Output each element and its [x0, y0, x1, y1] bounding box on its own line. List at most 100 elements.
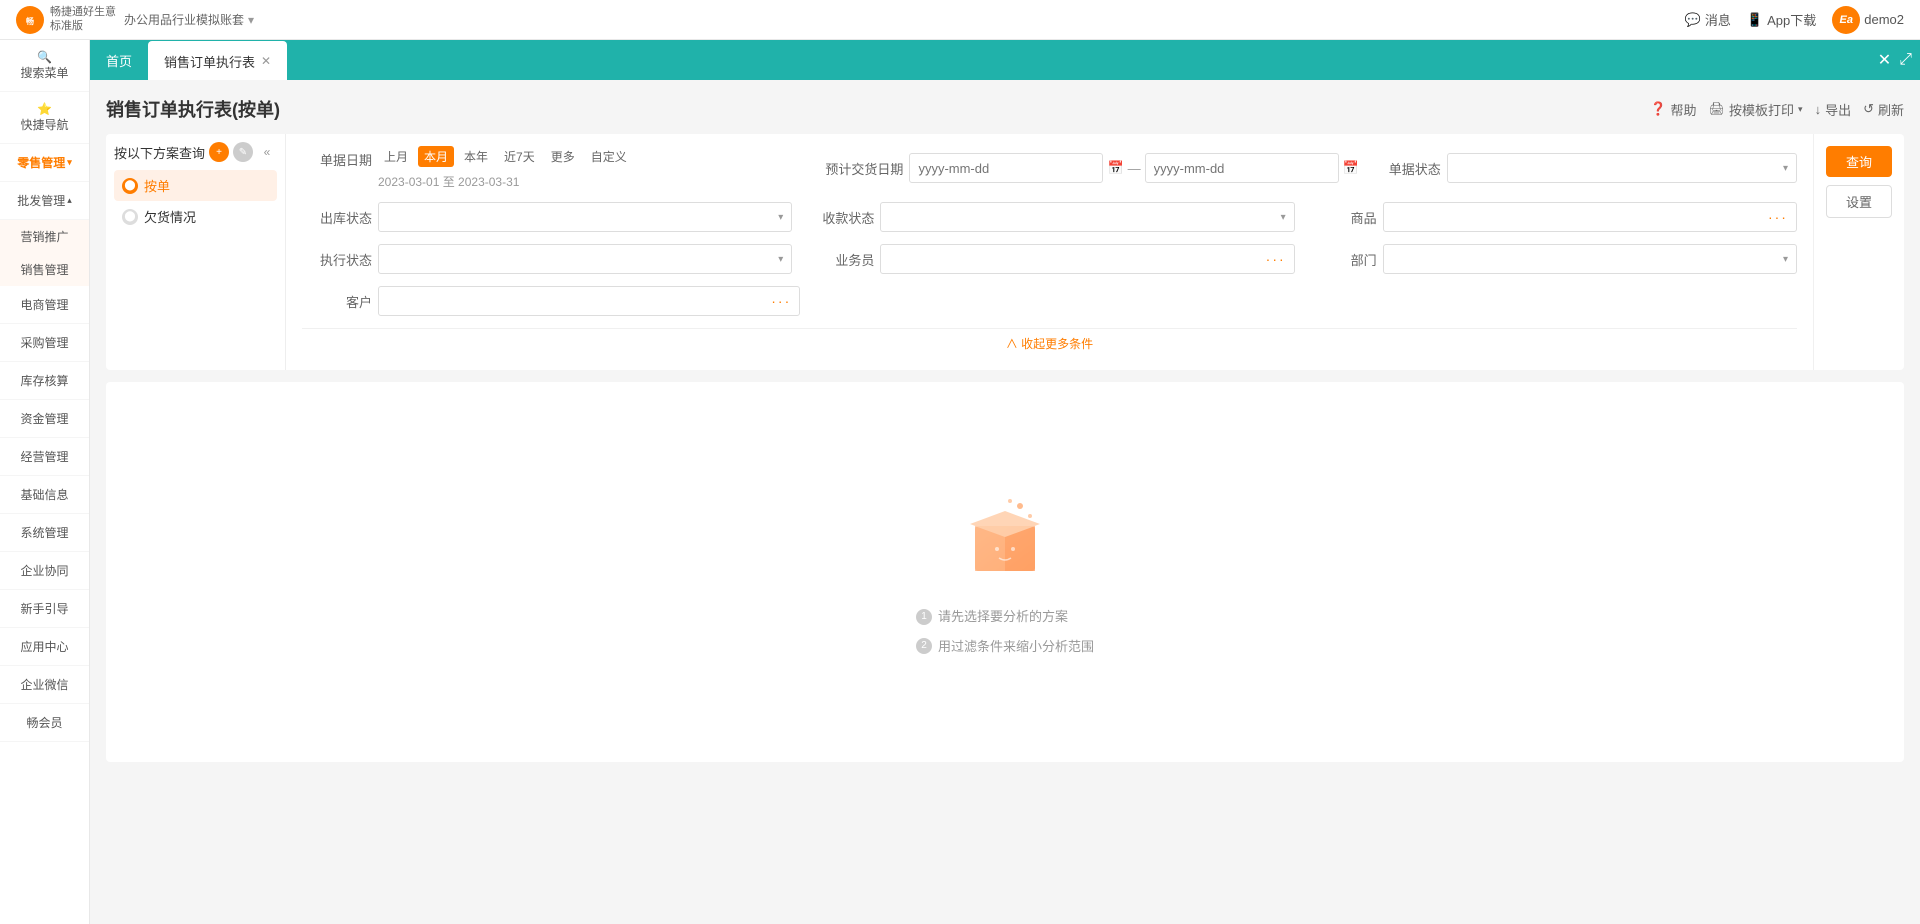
sidebar-item-enterprise-wechat[interactable]: 企业微信: [0, 666, 89, 704]
filter-row-4: 客户 ···: [302, 286, 1797, 316]
customer-input[interactable]: ···: [378, 286, 800, 316]
sidebar-item-search[interactable]: 🔍 搜索菜单: [0, 40, 89, 92]
date-end-input[interactable]: [1145, 153, 1339, 183]
export-icon: ↓: [1815, 102, 1822, 117]
sidebar-item-inventory[interactable]: 库存核算: [0, 362, 89, 400]
delivery-status-select[interactable]: ▾: [378, 202, 792, 232]
chevron-up-icon: ▴: [67, 195, 72, 206]
sidebar-item-sales-mgmt[interactable]: 销售管理: [0, 253, 89, 286]
export-button[interactable]: ↓ 导出: [1815, 100, 1852, 119]
delivery-status-filter: 出库状态 ▾: [302, 202, 792, 232]
sidebar-item-app-center[interactable]: 应用中心: [0, 628, 89, 666]
goods-filter: 商品 ···: [1307, 202, 1797, 232]
scheme-header: 按以下方案查询 + ✎ «: [114, 142, 277, 162]
date-start-input[interactable]: [909, 153, 1103, 183]
chevron-down-icon: ▾: [1783, 254, 1788, 265]
top-bar-right: 💬 消息 📱 App下载 Ea demo2: [1685, 6, 1904, 34]
date-tabs: 上月 本月 本年 近7天 更多 自定义: [378, 146, 813, 167]
date-tab-more[interactable]: 更多: [545, 146, 581, 167]
customer-more-icon[interactable]: ···: [771, 293, 791, 309]
date-tab-this-year[interactable]: 本年: [458, 146, 494, 167]
scheme-edit-button[interactable]: ✎: [233, 142, 253, 162]
date-tab-custom[interactable]: 自定义: [585, 146, 633, 167]
message-icon: 💬: [1685, 12, 1701, 28]
exec-status-filter: 执行状态 ▾: [302, 244, 792, 274]
collection-status-select[interactable]: ▾: [880, 202, 1294, 232]
tab-close-all-icon[interactable]: ✕: [1878, 50, 1891, 70]
scheme-collapse-button[interactable]: «: [257, 142, 277, 162]
chevron-down-icon: ▾: [67, 157, 72, 168]
customer-filter: 客户 ···: [302, 286, 800, 316]
search-icon: 🔍: [37, 50, 52, 64]
app-download-button[interactable]: 📱 App下载: [1747, 10, 1816, 29]
user-profile-button[interactable]: Ea demo2: [1832, 6, 1904, 34]
doc-status-select[interactable]: ▾: [1447, 153, 1797, 183]
scheme-item-by-order[interactable]: ⬤ 按单: [114, 170, 277, 201]
sidebar-item-enterprise-coop[interactable]: 企业协同: [0, 552, 89, 590]
scheme-item-ar-status[interactable]: ⬤ 欠货情况: [114, 201, 277, 232]
query-btn-area: 查询 设置: [1813, 134, 1904, 370]
empty-step-2: 2 用过滤条件来缩小分析范围: [916, 635, 1094, 658]
collapse-more-button[interactable]: ∧ 收起更多条件: [302, 328, 1797, 358]
collection-status-filter: 收款状态 ▾: [804, 202, 1294, 232]
sidebar: 🔍 搜索菜单 ⭐ 快捷导航 零售管理 ▾ 批发管理 ▴ 营销推广 销售管理 电商…: [0, 40, 90, 924]
tab-maximize-icon[interactable]: ⤢: [1899, 51, 1912, 69]
exec-status-select[interactable]: ▾: [378, 244, 792, 274]
date-tab-last-month[interactable]: 上月: [378, 146, 414, 167]
scheme-item-icon-ar: ⬤: [122, 209, 138, 225]
calendar-end-icon[interactable]: 📅: [1343, 160, 1359, 176]
tab-sales-order-exec[interactable]: 销售订单执行表 ✕: [148, 41, 287, 81]
scheme-add-button[interactable]: +: [209, 142, 229, 162]
sidebar-item-quick-nav[interactable]: ⭐ 快捷导航: [0, 92, 89, 144]
logo-icon: 畅: [16, 6, 44, 34]
sidebar-item-marketing[interactable]: 营销推广: [0, 220, 89, 253]
goods-more-icon[interactable]: ···: [1768, 209, 1788, 225]
page-title: 销售订单执行表(按单): [106, 96, 280, 122]
app-download-icon: 📱: [1747, 12, 1763, 28]
refresh-button[interactable]: ↺ 刷新: [1863, 100, 1904, 119]
sidebar-item-basic[interactable]: 基础信息: [0, 476, 89, 514]
print-arrow-icon: ▾: [1798, 104, 1803, 115]
date-tab-this-month[interactable]: 本月: [418, 146, 454, 167]
logo-area: 畅 畅捷通好生意 标准版: [16, 6, 116, 34]
help-icon: ❓: [1650, 101, 1666, 117]
sidebar-item-operations[interactable]: 经营管理: [0, 438, 89, 476]
sidebar-item-retail[interactable]: 零售管理 ▾: [0, 144, 89, 182]
print-button[interactable]: 🖨 按模板打印 ▾: [1709, 100, 1803, 119]
page-header: 销售订单执行表(按单) ❓ 帮助 🖨 按模板打印 ▾ ↓ 导出: [106, 96, 1904, 122]
breadcrumb: 办公用品行业模拟账套 ▾: [124, 11, 254, 28]
sidebar-item-ecommerce[interactable]: 电商管理: [0, 286, 89, 324]
empty-state-icon: [955, 486, 1055, 589]
tab-home[interactable]: 首页: [90, 40, 148, 80]
department-select[interactable]: ▾: [1383, 244, 1797, 274]
date-filter-item: 单据日期 上月 本月 本年 近7天 更多 自定义 20: [302, 146, 813, 190]
expected-date-filter: 预计交货日期 📅 — 📅: [825, 153, 1358, 183]
breadcrumb-arrow-icon[interactable]: ▾: [248, 13, 254, 27]
message-button[interactable]: 💬 消息: [1685, 10, 1731, 29]
quicknav-icon: ⭐: [37, 102, 52, 116]
top-bar-left: 畅 畅捷通好生意 标准版 办公用品行业模拟账套 ▾: [16, 6, 254, 34]
query-button[interactable]: 查询: [1826, 146, 1892, 177]
settings-button[interactable]: 设置: [1826, 185, 1892, 218]
salesperson-more-icon[interactable]: ···: [1266, 251, 1286, 267]
goods-input[interactable]: ···: [1383, 202, 1797, 232]
print-icon: 🖨: [1709, 101, 1726, 117]
scheme-item-icon-order: ⬤: [122, 178, 138, 194]
sidebar-item-finance[interactable]: 资金管理: [0, 400, 89, 438]
sidebar-item-system[interactable]: 系统管理: [0, 514, 89, 552]
sidebar-item-wholesale[interactable]: 批发管理 ▴: [0, 182, 89, 220]
tab-close-button[interactable]: ✕: [261, 54, 271, 68]
help-button[interactable]: ❓ 帮助: [1650, 100, 1696, 119]
salesperson-input[interactable]: ···: [880, 244, 1294, 274]
sidebar-item-newbie[interactable]: 新手引导: [0, 590, 89, 628]
sidebar-item-member[interactable]: 畅会员: [0, 704, 89, 742]
calendar-start-icon[interactable]: 📅: [1107, 160, 1123, 176]
date-tab-last7[interactable]: 近7天: [498, 146, 541, 167]
sidebar-sub-section: 营销推广 销售管理: [0, 220, 89, 286]
page-content: 销售订单执行表(按单) ❓ 帮助 🖨 按模板打印 ▾ ↓ 导出: [90, 80, 1920, 924]
tab-bar-right: ✕ ⤢: [1878, 50, 1920, 70]
sidebar-item-purchase[interactable]: 采购管理: [0, 324, 89, 362]
department-filter: 部门 ▾: [1307, 244, 1797, 274]
filter-row-2: 出库状态 ▾ 收款状态 ▾: [302, 202, 1797, 232]
page-actions: ❓ 帮助 🖨 按模板打印 ▾ ↓ 导出 ↺ 刷新: [1650, 100, 1904, 119]
